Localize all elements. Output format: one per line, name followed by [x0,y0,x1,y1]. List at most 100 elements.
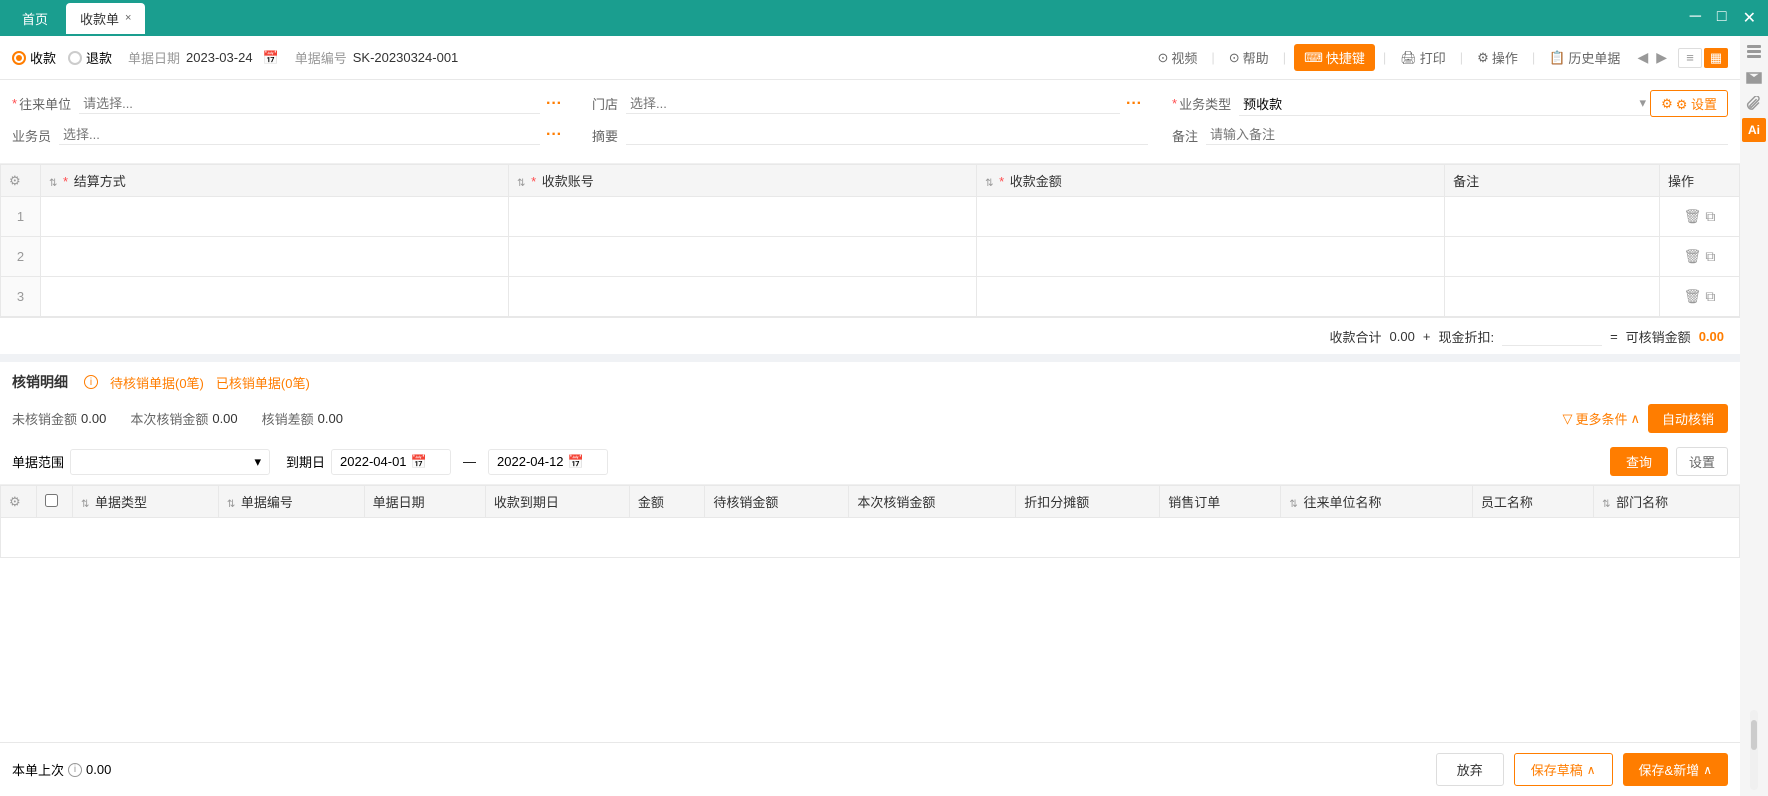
help-button[interactable]: ⊙ 帮助 [1223,46,1275,69]
sidebar-paperclip-icon[interactable] [1742,92,1766,116]
list-view-icon[interactable]: ≡ [1678,48,1702,68]
history-button[interactable]: 📋 历史单据 [1543,46,1626,69]
window-controls: ─ □ ✕ [1686,8,1760,28]
col-partner-name: ⇅ 往来单位名称 [1281,486,1472,518]
filter-row: 单据范围 ▾ 到期日 2022-04-01 📅 — 2022-04-12 📅 [0,439,1740,485]
row-3-copy-icon[interactable]: ⧉ [1705,288,1715,305]
col-amount: 金额 [629,486,705,518]
empty-row [1,518,1740,558]
store-more-btn[interactable]: ··· [1120,95,1148,113]
minimize-button[interactable]: ─ [1686,8,1705,28]
row-2-delete-icon[interactable]: 🗑 [1684,248,1702,265]
current-value: 0.00 [212,411,237,426]
partner-more-btn[interactable]: ··· [540,95,568,113]
save-new-label: 保存&新增 [1639,760,1700,779]
close-tab-icon[interactable]: × [125,12,131,24]
grid-view-icon[interactable]: ▦ [1704,48,1728,68]
store-input[interactable] [626,94,1120,114]
row-3-account[interactable] [509,277,977,317]
table-settings-icon-2[interactable]: ⚙ [9,494,21,509]
tab-home[interactable]: 首页 [8,3,62,34]
save-draft-arrow: ∧ [1587,763,1596,777]
row-3-notes[interactable] [1445,277,1660,317]
notes-input[interactable] [1206,125,1728,145]
row-3-delete-icon[interactable]: 🗑 [1684,288,1702,305]
operation-button[interactable]: ⚙ 操作 [1471,46,1524,69]
scrollbar-thumb[interactable] [1751,720,1757,750]
available-value: 0.00 [1699,329,1724,344]
last-order-label: 本单上次 [12,760,64,779]
due-date-start-value: 2022-04-01 [340,454,407,469]
col-sales-order: 销售订单 [1160,486,1281,518]
receipt-radio[interactable]: 收款 [12,48,56,67]
row-1-settlement[interactable] [41,197,509,237]
row-1-notes[interactable] [1445,197,1660,237]
video-button[interactable]: ⊙ 视频 [1151,46,1203,69]
pending-tag[interactable]: 待核销单据(0笔) [110,373,204,392]
maximize-button[interactable]: □ [1713,8,1731,28]
business-type-select[interactable]: 预收款 ▾ [1239,92,1650,116]
row-2-settlement[interactable] [41,237,509,277]
summary-input[interactable] [626,125,1148,145]
due-date-end-input[interactable]: 2022-04-12 📅 [488,449,608,475]
refund-radio[interactable]: 退款 [68,48,112,67]
sidebar-table-icon[interactable] [1742,40,1766,64]
toolbar: 收款 退款 单据日期 2023-03-24 📅 单据编号 SK-20230324… [0,36,1740,80]
completed-tag[interactable]: 已核销单据(0笔) [216,373,310,392]
table-gear-header: ⚙ [1,165,41,197]
query-button[interactable]: 查询 [1610,447,1668,476]
row-3-amount[interactable] [977,277,1445,317]
staff-input[interactable] [59,125,540,145]
more-conditions-button[interactable]: ▽ 更多条件 ∧ [1562,409,1640,428]
row-1-copy-icon[interactable]: ⧉ [1705,208,1715,225]
row-2-copy-icon[interactable]: ⧉ [1705,248,1715,265]
table-settings-icon[interactable]: ⚙ [9,173,21,188]
due-date-start-input[interactable]: 2022-04-01 📅 [331,449,451,475]
calendar-icon[interactable]: 📅 [263,50,279,66]
save-draft-button[interactable]: 保存草稿 ∧ [1514,753,1613,786]
range-chevron-icon: ▾ [254,454,261,470]
row-2-actions: 🗑 ⧉ [1660,237,1740,277]
close-window-button[interactable]: ✕ [1739,8,1760,28]
staff-field: 业务员 ··· [12,125,568,145]
partner-input[interactable] [79,94,540,114]
row-1-account[interactable] [509,197,977,237]
section-info-icon[interactable]: i [84,375,98,389]
save-new-button[interactable]: 保存&新增 ∧ [1623,753,1728,786]
sidebar-ai-icon[interactable]: Ai [1742,118,1766,142]
summary-label: 摘要 [592,126,618,145]
business-type-field: * 业务类型 预收款 ▾ ⚙ ⚙ 设置 [1172,90,1728,117]
row-1-delete-icon[interactable]: 🗑 [1684,208,1702,225]
range-select[interactable]: ▾ [70,449,270,475]
calendar-start-icon[interactable]: 📅 [411,454,427,470]
row-2-amount[interactable] [977,237,1445,277]
staff-more-btn[interactable]: ··· [540,126,568,144]
calendar-end-icon[interactable]: 📅 [568,454,584,470]
summary-row: 未核销金额 0.00 本次核销金额 0.00 核销差额 0.00 ▽ 更多条件 … [0,398,1740,439]
filter-settings-button[interactable]: 设置 [1676,447,1728,476]
row-2-account[interactable] [509,237,977,277]
col-current-verify: 本次核销金额 [849,486,1016,518]
sidebar-mail-icon[interactable] [1742,66,1766,90]
shortcut-button[interactable]: ⌨ 快捷键 [1294,44,1375,71]
row-1-amount[interactable] [977,197,1445,237]
discard-button[interactable]: 放弃 [1436,753,1504,786]
print-button[interactable]: 🖨 打印 [1394,46,1452,69]
prev-arrow[interactable]: ◀ [1634,47,1651,68]
col-voucher-number: ⇅ 单据编号 [218,486,364,518]
business-type-label: 业务类型 [1179,94,1231,113]
col-amount: ⇅ * 收款金额 [977,165,1445,197]
form-settings-button[interactable]: ⚙ ⚙ 设置 [1650,90,1728,117]
select-all-checkbox[interactable] [45,494,58,507]
footer-info-icon[interactable]: i [68,763,82,777]
save-draft-label: 保存草稿 [1531,760,1583,779]
current-amount: 本次核销金额 0.00 [130,409,237,428]
row-3-settlement[interactable] [41,277,509,317]
current-label: 本次核销金额 [130,409,208,428]
next-arrow[interactable]: ▶ [1653,47,1670,68]
auto-verify-button[interactable]: 自动核销 [1648,404,1728,433]
tab-bar: 首页 收款单 × ─ □ ✕ [0,0,1768,36]
discount-input[interactable] [1502,326,1602,346]
tab-current[interactable]: 收款单 × [66,3,145,34]
row-2-notes[interactable] [1445,237,1660,277]
